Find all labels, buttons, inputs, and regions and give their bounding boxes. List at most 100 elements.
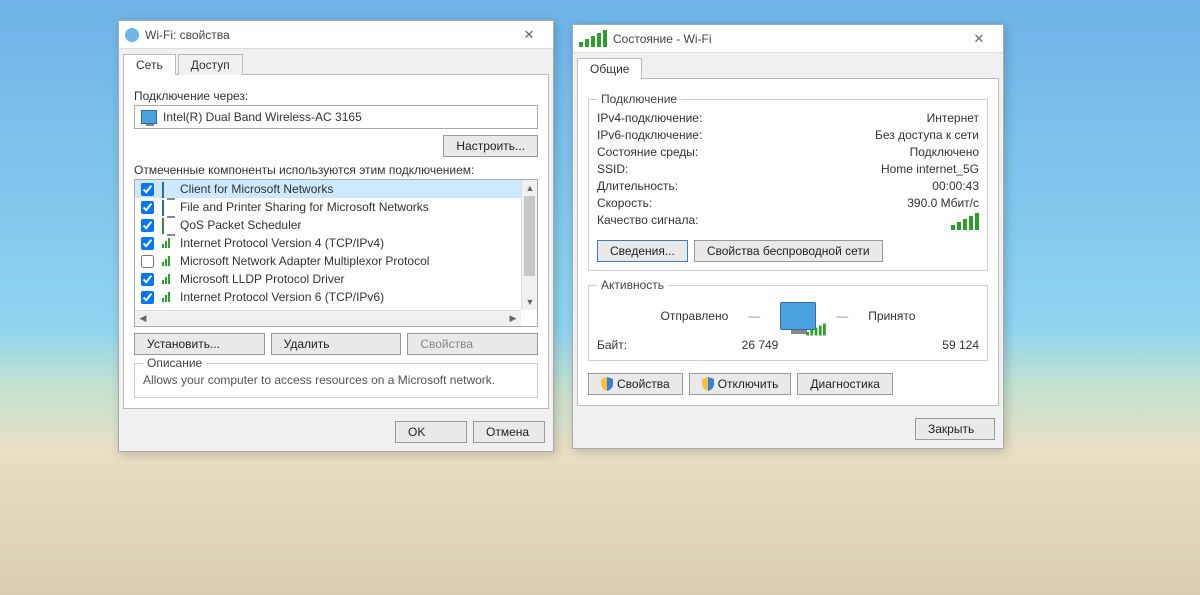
description-box: Описание Allows your computer to access … [134,363,538,398]
list-item[interactable]: Internet Protocol Version 6 (TCP/IPv6) [135,288,521,306]
ssid-label: SSID: [597,162,628,176]
ipv6-label: IPv6-подключение: [597,128,702,142]
component-checkbox[interactable] [141,201,154,214]
connection-group: Подключение IPv4-подключение:Интернет IP… [588,99,988,271]
scroll-down-icon[interactable]: ▼ [522,294,538,310]
dash-icon: — [748,309,760,323]
bytes-sent-value: 26 749 [687,338,833,352]
component-icon [162,183,176,195]
ipv6-value: Без доступа к сети [875,128,979,142]
scroll-left-icon[interactable]: ◀ [135,311,151,327]
tab-body: Подключение через: Intel(R) Dual Band Wi… [123,74,549,409]
components-listbox[interactable]: Client for Microsoft Networks File and Pr… [134,179,538,327]
tab-network[interactable]: Сеть [123,54,176,75]
connect-via-label: Подключение через: [134,89,538,103]
window-title: Состояние - Wi-Fi [613,32,961,46]
bytes-recv-value: 59 124 [833,338,979,352]
disable-button[interactable]: Отключить [689,373,792,395]
component-checkbox[interactable] [141,291,154,304]
list-item[interactable]: Microsoft Network Adapter Multiplexor Pr… [135,252,521,270]
adapter-icon [141,110,157,124]
component-label: Internet Protocol Version 6 (TCP/IPv6) [180,290,384,304]
scrollbar-horizontal[interactable]: ◀ ▶ [135,310,521,326]
cancel-button[interactable]: Отмена [473,421,545,443]
signal-bars-icon [951,213,979,230]
ipv4-label: IPv4-подключение: [597,111,702,125]
component-label: File and Printer Sharing for Microsoft N… [180,200,429,214]
component-icon [162,237,176,249]
titlebar[interactable]: Wi-Fi: свойства ✕ [119,21,553,49]
list-item[interactable]: Client for Microsoft Networks [135,180,521,198]
tab-access[interactable]: Доступ [178,54,243,75]
tab-body: Подключение IPv4-подключение: Интернет IP… [577,78,999,406]
speed-value: 390.0 Мбит/с [907,196,979,210]
sent-label: Отправлено [661,309,729,323]
component-label: QoS Packet Scheduler [180,218,301,232]
list-item[interactable]: Internet Protocol Version 4 (TCP/IPv4) [135,234,521,252]
dash-icon: — [836,309,848,323]
ipv4-value: Интернет [927,111,979,125]
adapter-name: Intel(R) Dual Band Wireless-AC 3165 [163,110,362,124]
component-checkbox[interactable] [141,183,154,196]
component-icon [162,219,176,231]
component-checkbox[interactable] [141,273,154,286]
properties-button[interactable]: Свойства [407,333,538,355]
components-label: Отмеченные компоненты используются этим … [134,163,538,177]
list-item[interactable]: QoS Packet Scheduler [135,216,521,234]
media-label: Состояние среды: [597,145,698,159]
tab-general[interactable]: Общие [577,58,642,79]
dialog-footer: Закрыть [573,410,1003,448]
media-value: Подключено [910,145,979,159]
component-icon [162,201,176,213]
close-button[interactable]: ✕ [961,28,997,50]
component-icon [162,273,176,285]
signal-label: Качество сигнала: [597,213,698,230]
component-checkbox[interactable] [141,237,154,250]
speed-label: Скорость: [597,196,652,210]
scroll-up-icon[interactable]: ▲ [522,180,538,196]
adapter-field: Intel(R) Dual Band Wireless-AC 3165 [134,105,538,129]
ok-button[interactable]: OK [395,421,467,443]
component-checkbox[interactable] [141,255,154,268]
wifi-properties-window: Wi-Fi: свойства ✕ Сеть Доступ Подключени… [118,20,554,452]
list-item[interactable]: File and Printer Sharing for Microsoft N… [135,198,521,216]
bytes-label: Байт: [597,338,687,352]
component-icon [162,291,176,303]
received-label: Принято [868,309,915,323]
details-button[interactable]: Сведения... [597,240,688,262]
scroll-right-icon[interactable]: ▶ [505,311,521,327]
scrollbar-vertical[interactable]: ▲ ▼ [521,180,537,310]
configure-button[interactable]: Настроить... [443,135,538,157]
tabs: Общие [577,57,999,78]
signal-icon [579,30,607,47]
dialog-footer: OK Отмена [119,413,553,451]
component-label: Client for Microsoft Networks [180,182,333,196]
wifi-status-window: Состояние - Wi-Fi ✕ Общие Подключение IP… [572,24,1004,449]
titlebar[interactable]: Состояние - Wi-Fi ✕ [573,25,1003,53]
activity-signal-icon [806,324,826,336]
window-title: Wi-Fi: свойства [145,28,511,42]
ssid-value: Home internet_5G [881,162,979,176]
duration-label: Длительность: [597,179,678,193]
properties-button-label: Свойства [617,377,670,391]
disable-button-label: Отключить [718,377,779,391]
diagnostics-button[interactable]: Диагностика [797,373,893,395]
uninstall-button[interactable]: Удалить [271,333,402,355]
activity-group: Активность Отправлено — — Принято Байт: … [588,285,988,361]
component-icon [162,255,176,267]
install-button[interactable]: Установить... [134,333,265,355]
list-item[interactable]: Microsoft LLDP Protocol Driver [135,270,521,288]
wireless-properties-button[interactable]: Свойства беспроводной сети [694,240,883,262]
component-label: Microsoft Network Adapter Multiplexor Pr… [180,254,429,268]
shield-icon [702,377,714,391]
close-dialog-button[interactable]: Закрыть [915,418,995,440]
properties-button[interactable]: Свойства [588,373,683,395]
scroll-thumb[interactable] [524,196,535,276]
component-label: Internet Protocol Version 4 (TCP/IPv4) [180,236,384,250]
description-title: Описание [143,356,206,370]
close-button[interactable]: ✕ [511,24,547,46]
connection-group-title: Подключение [597,92,681,106]
component-checkbox[interactable] [141,219,154,232]
activity-group-title: Активность [597,278,668,292]
description-text: Allows your computer to access resources… [143,372,529,389]
